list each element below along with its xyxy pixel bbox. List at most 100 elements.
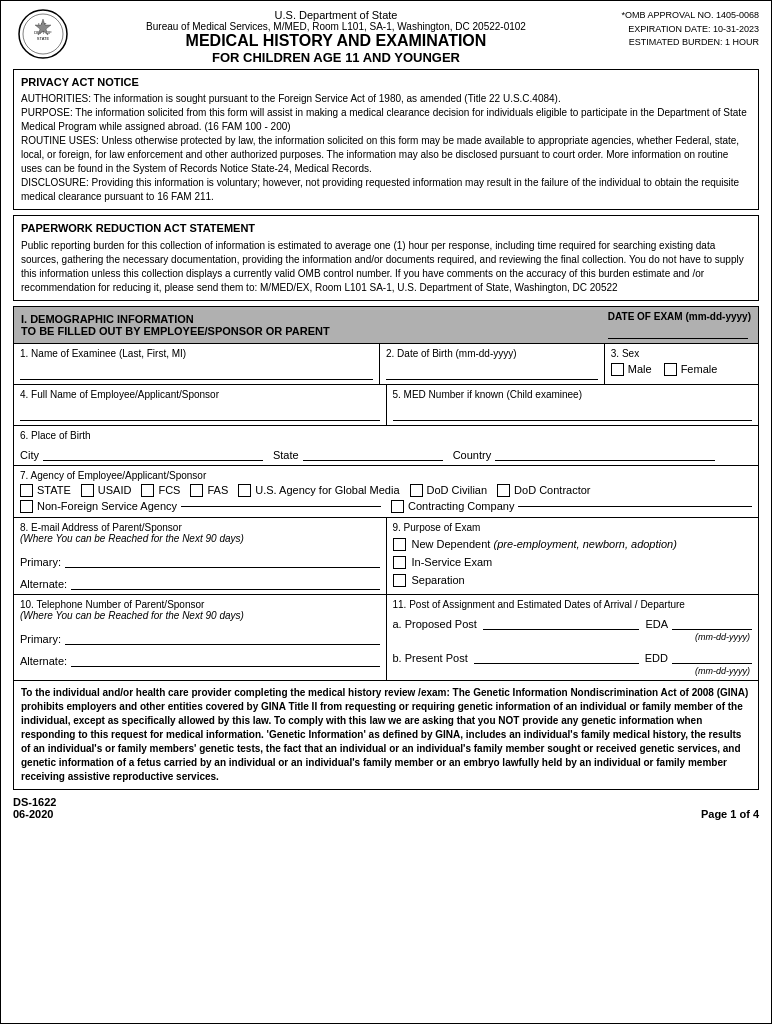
separation-label: Separation: [412, 574, 465, 586]
gina-text: To the individual and/or health care pro…: [21, 687, 748, 782]
paperwork-title: PAPERWORK REDUCTION ACT STATEMENT: [21, 221, 751, 236]
col-field8: 8. E-mail Address of Parent/Sponsor (Whe…: [14, 518, 387, 594]
dod-contractor-label: DoD Contractor: [514, 484, 590, 496]
cell-field3: 3. Sex Male Female: [605, 344, 758, 384]
estimated-burden: ESTIMATED BURDEN: 1 HOUR: [599, 36, 759, 50]
privacy-act-box: PRIVACY ACT NOTICE AUTHORITIES: The info…: [13, 69, 759, 210]
male-option: Male: [611, 363, 652, 376]
dod-civilian-option: DoD Civilian: [410, 484, 488, 497]
contracting-company-checkbox[interactable]: [391, 500, 404, 513]
edd-input[interactable]: [672, 650, 752, 664]
new-dependent-checkbox[interactable]: [393, 538, 406, 551]
dod-civilian-label: DoD Civilian: [427, 484, 488, 496]
gina-box: To the individual and/or health care pro…: [14, 680, 758, 789]
field2-label: 2. Date of Birth (mm-dd-yyyy): [386, 348, 598, 359]
page-number: Page 1 of 4: [701, 808, 759, 820]
alternate-email-row: Alternate:: [20, 576, 380, 590]
primary-phone-input[interactable]: [65, 631, 380, 645]
edd-group: EDD: [645, 650, 752, 664]
header-omb: *OMB APPROVAL NO. 1405-0068 EXPIRATION D…: [599, 9, 759, 50]
in-service-exam-label: In-Service Exam: [412, 556, 493, 568]
eda-group: EDA: [645, 616, 752, 630]
present-post-input[interactable]: [474, 650, 639, 664]
primary-label: Primary:: [20, 556, 61, 568]
country-input[interactable]: [495, 460, 715, 461]
usgm-label: U.S. Agency for Global Media: [255, 484, 399, 496]
privacy-act-title: PRIVACY ACT NOTICE: [21, 75, 751, 90]
eda-label: EDA: [645, 618, 668, 630]
alternate-phone-input[interactable]: [71, 653, 379, 667]
seal-logo: U.S. DEPT OF STATE: [13, 9, 73, 59]
non-foreign-checkbox[interactable]: [20, 500, 33, 513]
fas-label: FAS: [207, 484, 228, 496]
fcs-label: FCS: [158, 484, 180, 496]
field4-label: 4. Full Name of Employee/Applicant/Spons…: [20, 389, 380, 400]
fas-checkbox[interactable]: [190, 484, 203, 497]
footer-form-info: DS-1622 06-2020: [13, 796, 56, 820]
city-label: City: [20, 449, 39, 461]
fas-option: FAS: [190, 484, 228, 497]
field3-label: 3. Sex: [611, 348, 752, 359]
female-checkbox[interactable]: [664, 363, 677, 376]
in-service-exam-checkbox[interactable]: [393, 556, 406, 569]
cell-field1: 1. Name of Examinee (Last, First, MI): [14, 344, 380, 384]
agency-checkboxes: STATE USAID FCS FAS U.S. Agency for Glob…: [20, 484, 752, 497]
proposed-post-input[interactable]: [483, 616, 639, 630]
male-checkbox[interactable]: [611, 363, 624, 376]
field8-label: 8. E-mail Address of Parent/Sponsor (Whe…: [20, 522, 380, 544]
non-foreign-group: Non-Foreign Service Agency: [20, 500, 381, 513]
primary-email-input[interactable]: [65, 554, 380, 568]
present-post-row: b. Present Post EDD: [393, 650, 753, 664]
fcs-checkbox[interactable]: [141, 484, 154, 497]
primary-email-row: Primary:: [20, 554, 380, 568]
form-date: 06-2020: [13, 808, 56, 820]
omb-approval: *OMB APPROVAL NO. 1405-0068: [599, 9, 759, 23]
contracting-company-field[interactable]: [518, 506, 752, 507]
place-birth-fields: City State Country: [20, 449, 752, 461]
alternate-email-input[interactable]: [71, 576, 379, 590]
usaid-option: USAID: [81, 484, 132, 497]
state-input[interactable]: [303, 460, 443, 461]
edd-label: EDD: [645, 652, 668, 664]
usaid-checkbox[interactable]: [81, 484, 94, 497]
svg-text:STATE: STATE: [37, 36, 50, 41]
paperwork-box: PAPERWORK REDUCTION ACT STATEMENT Public…: [13, 215, 759, 300]
new-dependent-label: New Dependent (New Dependent (pre-employ…: [412, 538, 677, 550]
usaid-label: USAID: [98, 484, 132, 496]
row-8-9: 8. E-mail Address of Parent/Sponsor (Whe…: [14, 517, 758, 594]
city-input[interactable]: [43, 460, 263, 461]
primary-phone-label: Primary:: [20, 633, 61, 645]
post-section: a. Proposed Post EDA (mm-dd-yyyy) b. Pre…: [393, 616, 753, 676]
field7-label: 7. Agency of Employee/Applicant/Sponsor: [20, 470, 752, 481]
separation-checkbox[interactable]: [393, 574, 406, 587]
usgm-option: U.S. Agency for Global Media: [238, 484, 399, 497]
new-dependent-option: New Dependent (New Dependent (pre-employ…: [393, 538, 753, 551]
dod-contractor-checkbox[interactable]: [497, 484, 510, 497]
department-name: U.S. Department of State: [73, 9, 599, 21]
field5-label: 5. MED Number if known (Child examinee): [393, 389, 753, 400]
primary-phone-row: Primary:: [20, 631, 380, 645]
paperwork-text: Public reporting burden for this collect…: [21, 239, 751, 295]
row-4-5: 4. Full Name of Employee/Applicant/Spons…: [14, 384, 758, 425]
col-field10: 10. Telephone Number of Parent/Sponsor (…: [14, 595, 387, 680]
cell-field5: 5. MED Number if known (Child examinee): [387, 385, 759, 425]
country-label: Country: [453, 449, 492, 461]
non-foreign-field[interactable]: [181, 506, 381, 507]
state-agency-checkbox[interactable]: [20, 484, 33, 497]
usgm-checkbox[interactable]: [238, 484, 251, 497]
dod-civilian-checkbox[interactable]: [410, 484, 423, 497]
eda-input[interactable]: [672, 616, 752, 630]
header: U.S. DEPT OF STATE U.S. Department of St…: [13, 9, 759, 65]
alternate-label: Alternate:: [20, 578, 67, 590]
date-of-exam-label: DATE OF EXAM (mm-dd-yyyy): [608, 311, 751, 339]
state-agency-option: STATE: [20, 484, 71, 497]
row-field7: 7. Agency of Employee/Applicant/Sponsor …: [14, 465, 758, 517]
row-10-11: 10. Telephone Number of Parent/Sponsor (…: [14, 594, 758, 680]
alternate-phone-row: Alternate:: [20, 653, 380, 667]
field10-label: 10. Telephone Number of Parent/Sponsor (…: [20, 599, 380, 621]
separation-option: Separation: [393, 574, 753, 587]
country-field-group: Country: [453, 449, 716, 461]
proposed-post-row: a. Proposed Post EDA: [393, 616, 753, 630]
state-agency-label: STATE: [37, 484, 71, 496]
field11-label: 11. Post of Assignment and Estimated Dat…: [393, 599, 753, 610]
